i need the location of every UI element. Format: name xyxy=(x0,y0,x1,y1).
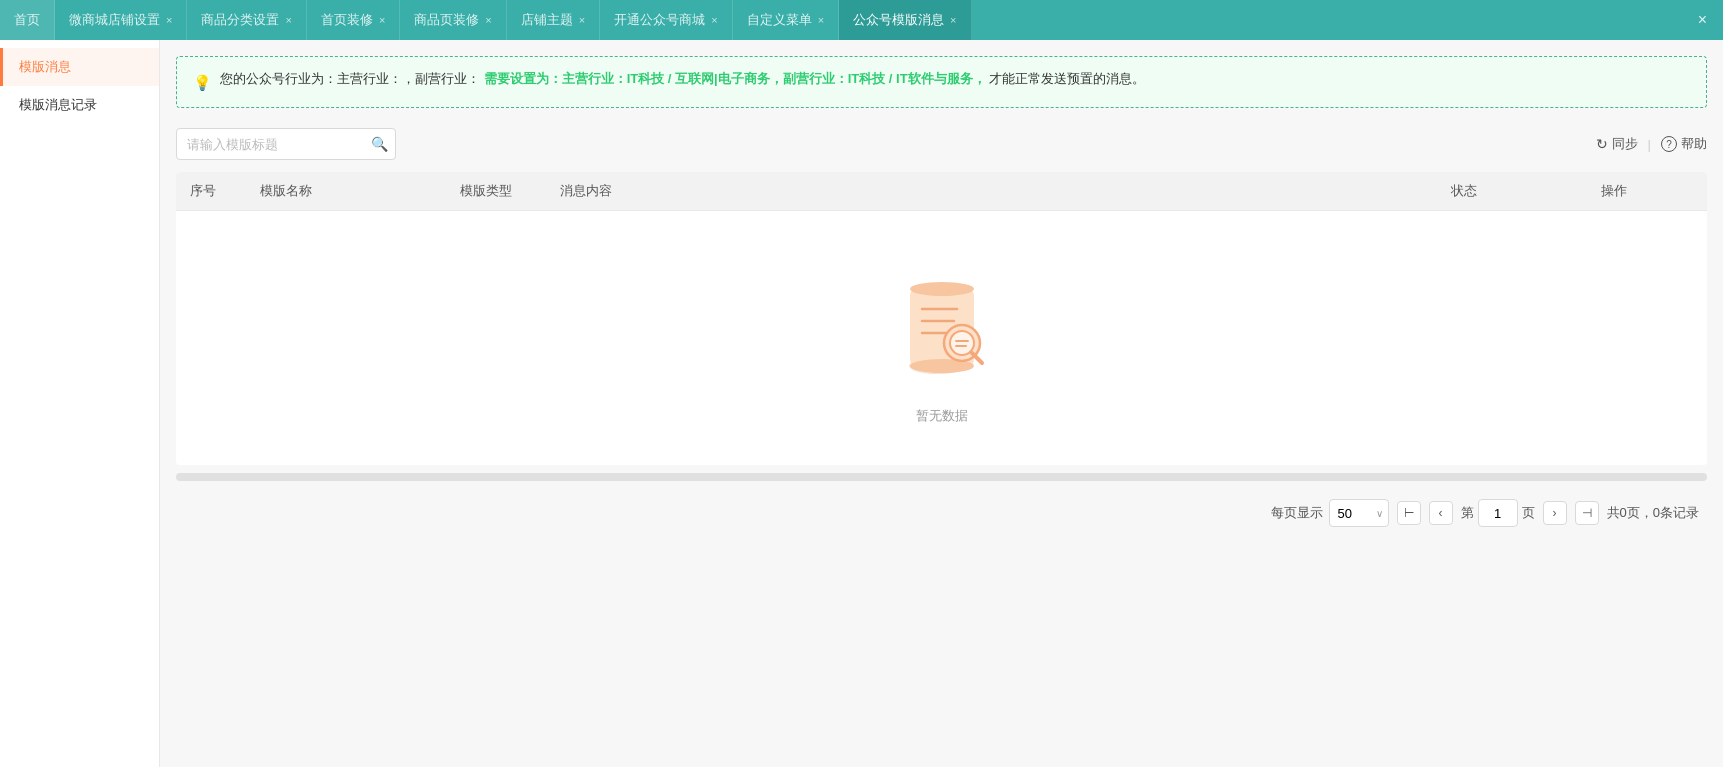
search-icon[interactable]: 🔍 xyxy=(371,136,388,152)
next-page-button[interactable]: › xyxy=(1543,501,1567,525)
close-template-msg-tab[interactable]: × xyxy=(950,14,956,26)
close-product-decoration-tab[interactable]: × xyxy=(485,14,491,26)
empty-state-row: 暂无数据 xyxy=(176,211,1707,466)
close-custom-menu-tab[interactable]: × xyxy=(818,14,824,26)
col-actions: 操作 xyxy=(1587,172,1707,211)
sidebar: 模版消息 模版消息记录 xyxy=(0,40,160,767)
horizontal-scrollbar[interactable] xyxy=(176,473,1707,481)
last-page-button[interactable]: ⊣ xyxy=(1575,501,1599,525)
empty-text: 暂无数据 xyxy=(176,407,1707,425)
tab-product-category[interactable]: 商品分类设置 × xyxy=(187,0,306,40)
empty-state: 暂无数据 xyxy=(176,211,1707,465)
prev-page-button[interactable]: ‹ xyxy=(1429,501,1453,525)
total-text: 共0页，0条记录 xyxy=(1607,504,1699,522)
page-size-wrap: 每页显示 10 20 50 100 xyxy=(1271,499,1389,527)
col-name: 模版名称 xyxy=(246,172,446,211)
col-seq: 序号 xyxy=(176,172,246,211)
page-size-select-wrap: 10 20 50 100 xyxy=(1329,499,1389,527)
tab-bar: 首页 微商城店铺设置 × 商品分类设置 × 首页装修 × 商品页装修 × 店铺主… xyxy=(0,0,1723,40)
col-content: 消息内容 xyxy=(546,172,1437,211)
notice-banner: 💡 您的公众号行业为：主营行业：，副营行业： 需要设置为：主营行业：IT科技 /… xyxy=(176,56,1707,108)
close-shop-theme-tab[interactable]: × xyxy=(579,14,585,26)
help-button[interactable]: ? 帮助 xyxy=(1661,135,1707,153)
tab-shop-theme[interactable]: 店铺主题 × xyxy=(507,0,600,40)
sidebar-item-template-message[interactable]: 模版消息 xyxy=(0,48,159,86)
page-input-wrap: 第 页 xyxy=(1461,499,1535,527)
first-page-button[interactable]: ⊢ xyxy=(1397,501,1421,525)
col-type: 模版类型 xyxy=(446,172,546,211)
tab-home[interactable]: 首页 xyxy=(0,0,55,40)
main-layout: 模版消息 模版消息记录 💡 您的公众号行业为：主营行业：，副营行业： 需要设置为… xyxy=(0,40,1723,767)
divider: | xyxy=(1648,137,1651,152)
svg-point-7 xyxy=(950,331,974,355)
tab-shop-settings[interactable]: 微商城店铺设置 × xyxy=(55,0,187,40)
close-open-mall-tab[interactable]: × xyxy=(711,14,717,26)
sync-button[interactable]: ↻ 同步 xyxy=(1596,135,1638,153)
sync-icon: ↻ xyxy=(1596,136,1608,152)
search-actions: ↻ 同步 | ? 帮助 xyxy=(1596,135,1707,153)
notice-text: 您的公众号行业为：主营行业：，副营行业： 需要设置为：主营行业：IT科技 / 互… xyxy=(220,69,1145,90)
tab-product-decoration[interactable]: 商品页装修 × xyxy=(400,0,506,40)
page-size-select[interactable]: 10 20 50 100 xyxy=(1329,499,1389,527)
tab-custom-menu[interactable]: 自定义菜单 × xyxy=(733,0,839,40)
tab-home-decoration[interactable]: 首页装修 × xyxy=(307,0,400,40)
col-status: 状态 xyxy=(1437,172,1587,211)
tab-template-msg[interactable]: 公众号模版消息 × xyxy=(839,0,971,40)
current-page-input[interactable] xyxy=(1478,499,1518,527)
sidebar-item-template-message-log[interactable]: 模版消息记录 xyxy=(0,86,159,124)
search-input-wrap: 🔍 xyxy=(176,128,396,160)
search-input[interactable] xyxy=(176,128,396,160)
close-product-category-tab[interactable]: × xyxy=(285,14,291,26)
close-shop-settings-tab[interactable]: × xyxy=(166,14,172,26)
search-bar: 🔍 ↻ 同步 | ? 帮助 xyxy=(176,128,1707,160)
close-home-decoration-tab[interactable]: × xyxy=(379,14,385,26)
data-table: 序号 模版名称 模版类型 消息内容 状态 操作 xyxy=(176,172,1707,465)
empty-illustration xyxy=(882,271,1002,391)
notice-icon: 💡 xyxy=(193,71,212,95)
table-header-row: 序号 模版名称 模版类型 消息内容 状态 操作 xyxy=(176,172,1707,211)
svg-point-1 xyxy=(910,282,974,296)
close-all-button[interactable]: × xyxy=(1682,11,1723,29)
help-icon: ? xyxy=(1661,136,1677,152)
content-area: 💡 您的公众号行业为：主营行业：，副营行业： 需要设置为：主营行业：IT科技 /… xyxy=(160,40,1723,767)
tab-open-mall[interactable]: 开通公众号商城 × xyxy=(600,0,732,40)
pagination: 每页显示 10 20 50 100 ⊢ ‹ 第 页 › ⊣ 共0 xyxy=(176,489,1707,537)
